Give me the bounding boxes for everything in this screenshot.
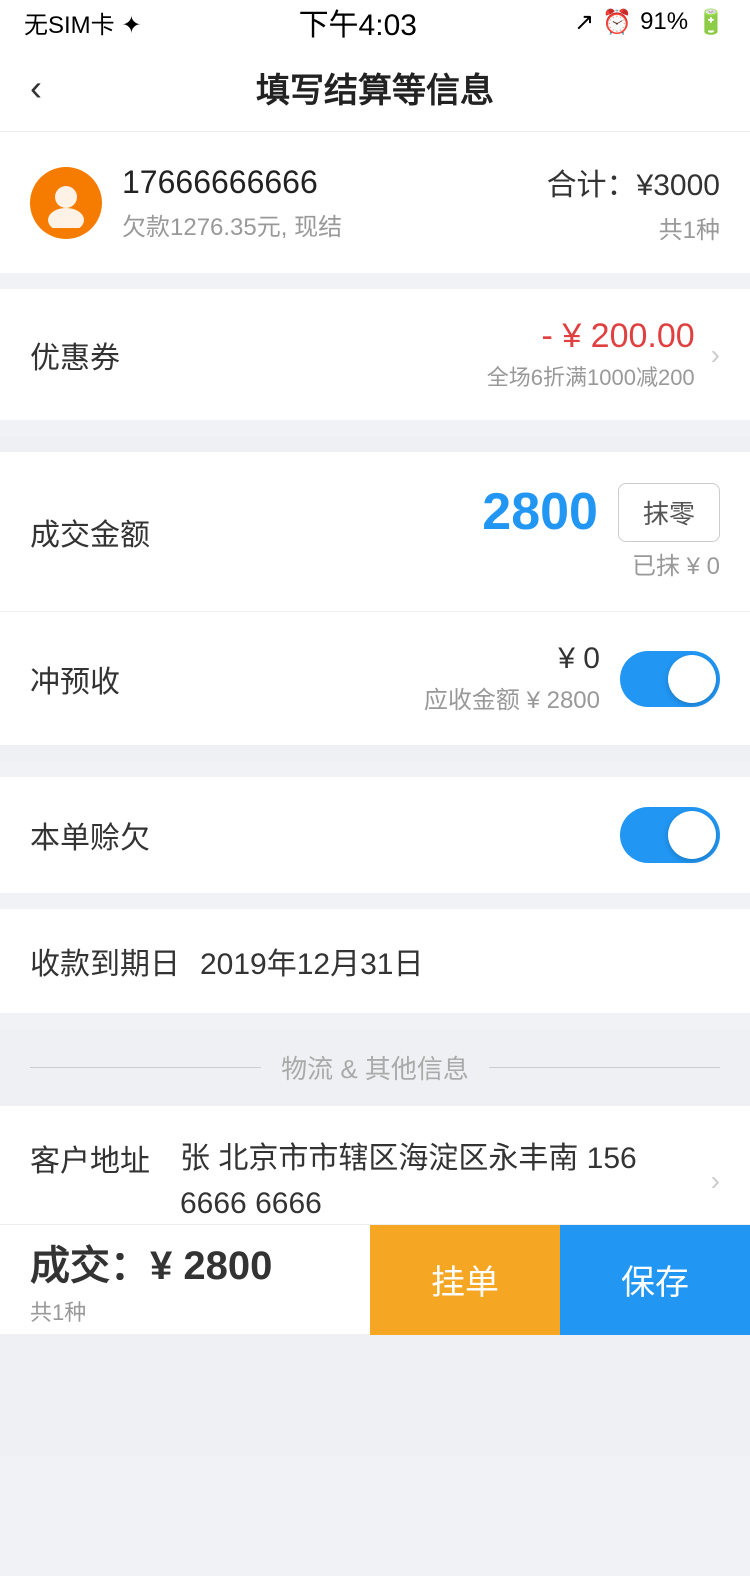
customer-phone: 17666666666	[122, 164, 342, 201]
bottom-deal-label: 成交：	[30, 1244, 150, 1288]
debt-label: 本单赊欠	[30, 813, 150, 857]
location-icon: ↗	[574, 8, 594, 37]
avatar	[30, 167, 102, 239]
coupon-row[interactable]: 优惠券 - ¥ 200.00 全场6折满1000减200 ›	[0, 289, 750, 420]
bottom-bar: 成交：¥ 2800 共1种 挂单 保存	[0, 1224, 750, 1334]
address-value: 张 北京市市辖区海淀区永丰南 156 6666 6666	[180, 1136, 695, 1226]
coupon-right: - ¥ 200.00 全场6折满1000减200 ›	[487, 317, 720, 392]
bottom-deal-amount: 成交：¥ 2800	[30, 1233, 340, 1291]
address-chevron-icon: ›	[711, 1165, 720, 1197]
pre-collect-right: ¥ 0 应收金额 ¥ 2800	[424, 642, 720, 715]
back-button[interactable]: ‹	[30, 67, 90, 109]
customer-info: 17666666666 欠款1276.35元, 现结	[122, 164, 342, 242]
deal-amount-row: 成交金额 2800 抹零 已抹 ¥ 0	[0, 452, 750, 612]
page-title: 填写结算等信息	[256, 63, 494, 112]
coupon-discount: - ¥ 200.00 全场6折满1000减200	[487, 317, 695, 392]
logistics-text: 物流 & 其他信息	[281, 1049, 469, 1086]
alarm-icon: ⏰	[602, 8, 632, 37]
status-bar: 无SIM卡 ✦ 下午4:03 ↗ ⏰ 91% 🔋	[0, 0, 750, 44]
logistics-line-left	[30, 1067, 261, 1068]
due-date-section: 收款到期日 2019年12月31日	[0, 909, 750, 1013]
debt-toggle[interactable]	[620, 807, 720, 863]
deal-amount-value: 2800	[482, 482, 598, 542]
deal-amount-section: 成交金额 2800 抹零 已抹 ¥ 0 冲预收 ¥ 0 应收金额 ¥ 2800	[0, 452, 750, 745]
pre-collect-info: ¥ 0 应收金额 ¥ 2800	[424, 642, 600, 715]
sim-label: 无SIM卡 ✦	[24, 5, 141, 40]
due-date-label: 收款到期日	[30, 939, 180, 983]
pre-collect-label: 冲预收	[30, 657, 120, 701]
pre-collect-amount: ¥ 0	[424, 642, 600, 676]
customer-total: 合计：¥3000	[547, 160, 720, 204]
pre-collect-receivable: 应收金额 ¥ 2800	[424, 680, 600, 715]
content-area: 17666666666 欠款1276.35元, 现结 合计：¥3000 共1种 …	[0, 132, 750, 1576]
battery-label: 91%	[640, 8, 688, 36]
nav-bar: ‹ 填写结算等信息	[0, 44, 750, 132]
status-time: 下午4:03	[299, 0, 417, 44]
bottom-deal-count: 共1种	[30, 1295, 340, 1327]
due-date-value: 2019年12月31日	[200, 939, 423, 983]
status-left: 无SIM卡 ✦	[24, 5, 141, 40]
customer-card: 17666666666 欠款1276.35元, 现结 合计：¥3000 共1种	[0, 132, 750, 273]
debt-section: 本单赊欠	[0, 777, 750, 893]
debt-row: 本单赊欠	[0, 777, 750, 893]
address-label: 客户地址	[30, 1136, 150, 1180]
battery-icon: 🔋	[696, 8, 726, 37]
pre-collect-row: 冲预收 ¥ 0 应收金额 ¥ 2800	[0, 612, 750, 745]
customer-debt: 欠款1276.35元, 现结	[122, 207, 342, 242]
save-button[interactable]: 保存	[560, 1225, 750, 1335]
customer-count: 共1种	[547, 210, 720, 245]
logistics-divider: 物流 & 其他信息	[0, 1029, 750, 1106]
bottom-deal-value: ¥ 2800	[150, 1244, 272, 1288]
section-divider-1	[0, 436, 750, 452]
status-right: ↗ ⏰ 91% 🔋	[574, 8, 726, 37]
deal-amount-label: 成交金额	[30, 510, 150, 554]
deal-amount-sub: 已抹 ¥ 0	[632, 546, 720, 581]
round-zero-button[interactable]: 抹零	[618, 483, 720, 542]
coupon-amount: - ¥ 200.00	[487, 317, 695, 356]
section-divider-2	[0, 745, 750, 761]
coupon-label: 优惠券	[30, 333, 120, 377]
bottom-summary: 成交：¥ 2800 共1种	[0, 1233, 370, 1327]
deal-amount-right: 2800 抹零	[482, 482, 720, 542]
pre-collect-toggle[interactable]	[620, 651, 720, 707]
coupon-desc: 全场6折满1000减200	[487, 360, 695, 392]
due-date-row: 收款到期日 2019年12月31日	[0, 909, 750, 1013]
logistics-line-right	[489, 1067, 720, 1068]
hang-button[interactable]: 挂单	[370, 1225, 560, 1335]
customer-right: 合计：¥3000 共1种	[547, 160, 720, 245]
customer-left: 17666666666 欠款1276.35元, 现结	[30, 164, 342, 242]
coupon-chevron-icon: ›	[711, 339, 720, 371]
